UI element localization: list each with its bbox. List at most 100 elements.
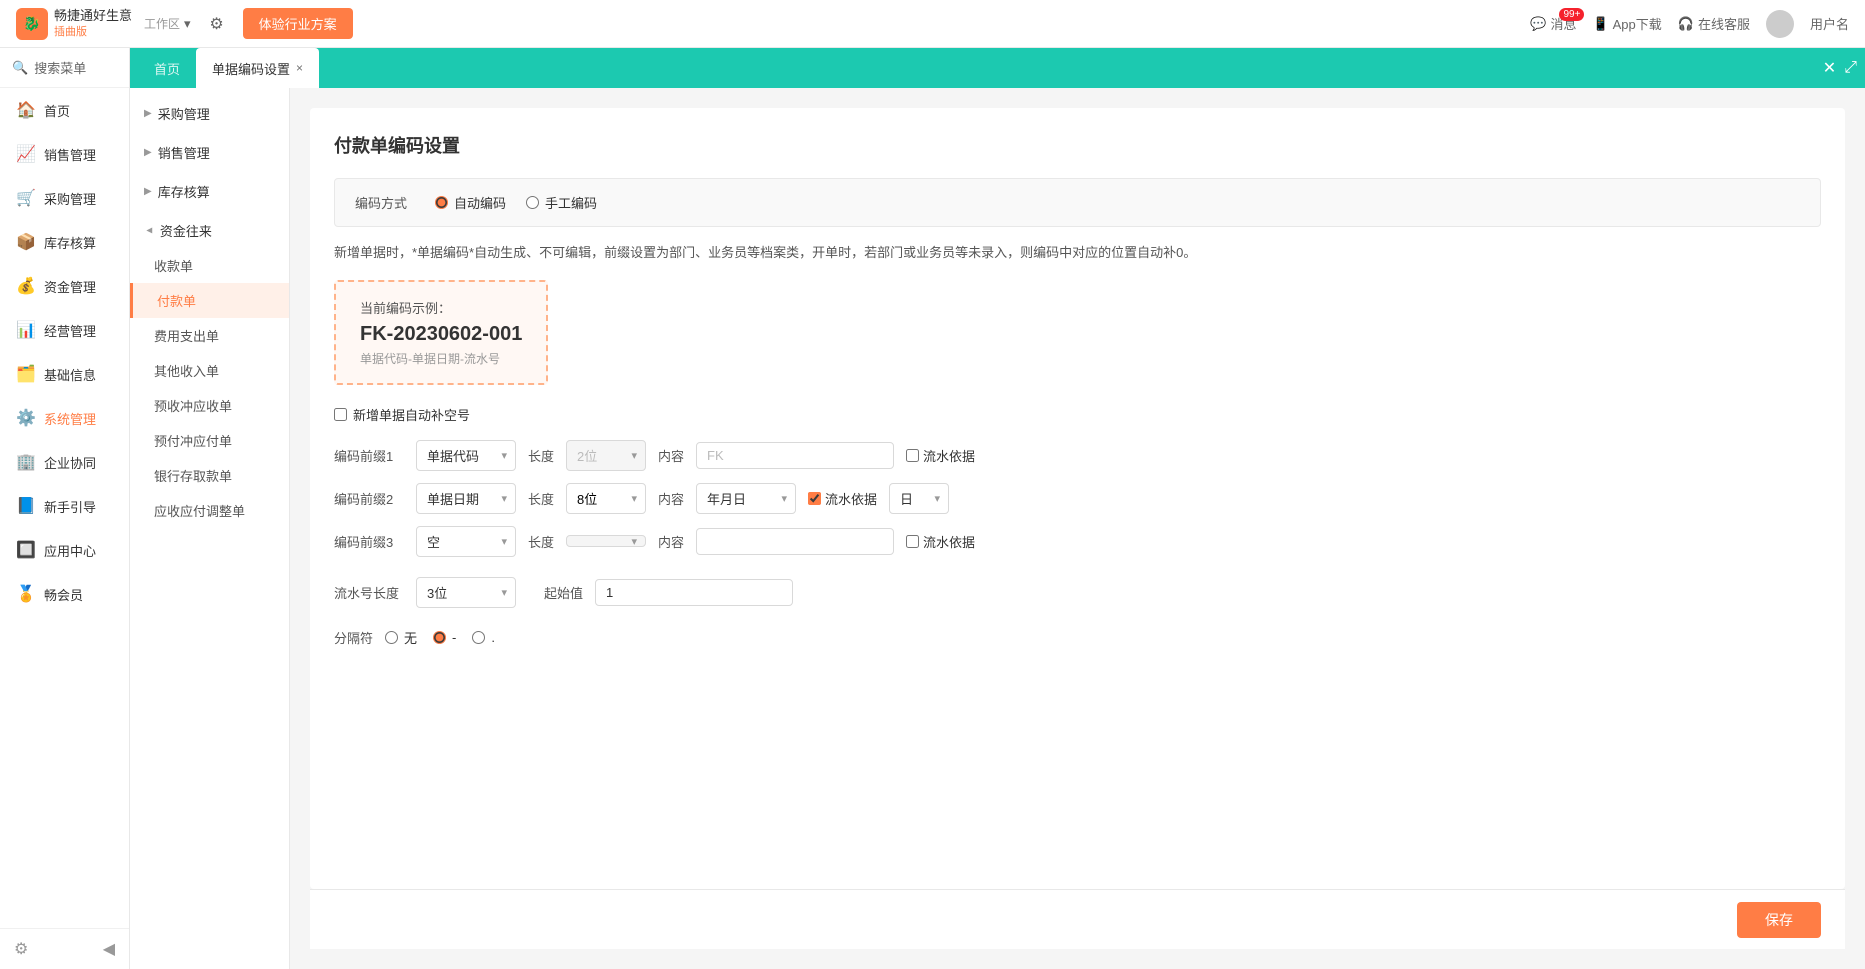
finance-icon: 💰 bbox=[16, 276, 36, 296]
sec-item-advance-payment[interactable]: 预付冲应付单 bbox=[130, 423, 289, 458]
sidebar-item-label: 基础信息 bbox=[44, 365, 96, 384]
message-button[interactable]: 💬 消息 99+ bbox=[1530, 14, 1576, 33]
auto-code-radio[interactable] bbox=[435, 196, 448, 209]
length2-select[interactable]: 8位 bbox=[566, 483, 646, 514]
sec-group-finance-title[interactable]: ▼ 资金往来 bbox=[130, 213, 289, 248]
content2-label: 内容 bbox=[658, 489, 684, 508]
content3-input[interactable] bbox=[696, 528, 894, 555]
separator-dot[interactable]: - bbox=[433, 630, 456, 645]
sidebar-item-sales[interactable]: 📈 销售管理 bbox=[0, 132, 129, 176]
serial-length-select[interactable]: 3位 bbox=[416, 577, 516, 608]
sidebar-item-label: 系统管理 bbox=[44, 409, 96, 428]
separator-none-radio[interactable] bbox=[385, 631, 398, 644]
group-label: 库存核算 bbox=[158, 182, 210, 201]
content1-input[interactable] bbox=[696, 442, 894, 469]
workspace-dropdown[interactable]: 工作区 ▾ bbox=[144, 15, 191, 32]
sidebar-item-guide[interactable]: 📘 新手引导 bbox=[0, 484, 129, 528]
sidebar-item-vip[interactable]: 🏅 畅会员 bbox=[0, 572, 129, 616]
sec-item-other-income[interactable]: 其他收入单 bbox=[130, 353, 289, 388]
sidebar-item-stock[interactable]: 📦 库存核算 bbox=[0, 220, 129, 264]
main-layout: 🔍 搜索菜单 🏠 首页 📈 销售管理 🛒 采购管理 📦 库存核算 💰 bbox=[0, 48, 1865, 969]
user-name: 用户名 bbox=[1810, 14, 1849, 33]
separator-none[interactable]: 无 bbox=[385, 628, 417, 647]
settings-icon[interactable]: ⚙ bbox=[203, 10, 231, 38]
save-button[interactable]: 保存 bbox=[1737, 902, 1821, 938]
sec-group-purchase-title[interactable]: ▶ 采购管理 bbox=[130, 96, 289, 131]
settings-bottom-icon[interactable]: ⚙ bbox=[14, 939, 28, 959]
search-menu[interactable]: 🔍 搜索菜单 bbox=[0, 48, 129, 88]
preview-box: 当前编码示例： FK-20230602-001 单据代码-单据日期-流水号 bbox=[334, 280, 548, 385]
prefix2-select[interactable]: 单据日期 bbox=[416, 483, 516, 514]
tab-home[interactable]: 首页 bbox=[138, 48, 196, 88]
auto-code-option[interactable]: 自动编码 bbox=[435, 193, 506, 212]
sec-group-purchase: ▶ 采购管理 bbox=[130, 96, 289, 131]
close-window-icon[interactable]: ✕ bbox=[1823, 58, 1836, 78]
separator-dot-radio[interactable] bbox=[433, 631, 446, 644]
sec-item-payment[interactable]: 付款单 bbox=[130, 283, 289, 318]
form-row-3: 编码前缀3 空 长度 内容 流水依据 bbox=[334, 526, 1821, 557]
form-row-1: 编码前缀1 单据代码 长度 2位 内容 流水依据 bbox=[334, 440, 1821, 471]
serial2-checkbox-row[interactable]: 流水依据 bbox=[808, 489, 877, 508]
sec-group-stock-title[interactable]: ▶ 库存核算 bbox=[130, 174, 289, 209]
sidebar-item-operation[interactable]: 📊 经营管理 bbox=[0, 308, 129, 352]
length3-select[interactable] bbox=[566, 535, 646, 547]
content2-select[interactable]: 年月日 bbox=[696, 483, 796, 514]
manual-code-radio[interactable] bbox=[526, 196, 539, 209]
sec-item-adjustment[interactable]: 应收应付调整单 bbox=[130, 493, 289, 528]
prefix1-select[interactable]: 单据代码 bbox=[416, 440, 516, 471]
online-service-button[interactable]: 🎧 在线客服 bbox=[1678, 14, 1750, 33]
prefix3-label: 编码前缀3 bbox=[334, 532, 404, 551]
sidebar-item-label: 经营管理 bbox=[44, 321, 96, 340]
collapse-icon[interactable]: ◀ bbox=[103, 939, 115, 959]
sidebar-item-finance[interactable]: 💰 资金管理 bbox=[0, 264, 129, 308]
separator-dash-radio[interactable] bbox=[472, 631, 485, 644]
serial1-checkbox-row[interactable]: 流水依据 bbox=[906, 446, 975, 465]
length1-select[interactable]: 2位 bbox=[566, 440, 646, 471]
search-icon: 🔍 bbox=[12, 60, 28, 76]
trial-button[interactable]: 体验行业方案 bbox=[243, 8, 353, 39]
sec-item-advance-receipt[interactable]: 预收冲应收单 bbox=[130, 388, 289, 423]
sec-item-bank[interactable]: 银行存取款单 bbox=[130, 458, 289, 493]
sidebar-item-system[interactable]: ⚙️ 系统管理 bbox=[0, 396, 129, 440]
basic-icon: 🗂️ bbox=[16, 364, 36, 384]
manual-code-option[interactable]: 手工编码 bbox=[526, 193, 597, 212]
bottom-bar: 保存 bbox=[310, 889, 1845, 949]
info-text: 新增单据时，*单据编码*自动生成、不可编辑，前缀设置为部门、业务员等档案类，开单… bbox=[334, 243, 1821, 264]
sidebar-item-basic[interactable]: 🗂️ 基础信息 bbox=[0, 352, 129, 396]
separator-label: 分隔符 bbox=[334, 628, 373, 647]
preview-code: FK-20230602-001 bbox=[360, 323, 522, 346]
encoding-mode-section: 编码方式 自动编码 手工编码 bbox=[334, 178, 1821, 227]
separator-options: 无 - . bbox=[385, 628, 495, 647]
prefix3-select[interactable]: 空 bbox=[416, 526, 516, 557]
separator-dash[interactable]: . bbox=[472, 630, 495, 645]
sidebar-nav: 🏠 首页 📈 销售管理 🛒 采购管理 📦 库存核算 💰 资金管理 📊 经 bbox=[0, 88, 129, 928]
app-download-button[interactable]: 📱 App下载 bbox=[1592, 14, 1661, 33]
sec-item-expense[interactable]: 费用支出单 bbox=[130, 318, 289, 353]
apps-icon: 🔲 bbox=[16, 540, 36, 560]
auto-fill-checkbox[interactable] bbox=[334, 408, 347, 421]
tab-current[interactable]: 单据编码设置 × bbox=[196, 48, 319, 88]
serial1-checkbox[interactable] bbox=[906, 449, 919, 462]
sec-group-sales-title[interactable]: ▶ 销售管理 bbox=[130, 135, 289, 170]
sec-item-receipt[interactable]: 收款单 bbox=[130, 248, 289, 283]
sidebar-item-purchase[interactable]: 🛒 采购管理 bbox=[0, 176, 129, 220]
tab-close-icon[interactable]: × bbox=[296, 61, 303, 75]
sidebar-item-label: 畅会员 bbox=[44, 585, 83, 604]
form-row-2: 编码前缀2 单据日期 长度 8位 内容 年月日 bbox=[334, 483, 1821, 514]
auto-fill-row[interactable]: 新增单据自动补空号 bbox=[334, 405, 1821, 424]
serial3-checkbox[interactable] bbox=[906, 535, 919, 548]
serial2-period-select[interactable]: 日 bbox=[889, 483, 949, 514]
enterprise-icon: 🏢 bbox=[16, 452, 36, 472]
top-bar-left: 🐉 畅捷通好生意 插曲版 工作区 ▾ ⚙ 体验行业方案 bbox=[16, 8, 353, 40]
sidebar-item-enterprise[interactable]: 🏢 企业协同 bbox=[0, 440, 129, 484]
preview-desc: 单据代码-单据日期-流水号 bbox=[360, 350, 522, 367]
start-value-input[interactable] bbox=[595, 579, 793, 606]
serial2-checkbox[interactable] bbox=[808, 492, 821, 505]
sidebar-item-apps[interactable]: 🔲 应用中心 bbox=[0, 528, 129, 572]
system-icon: ⚙️ bbox=[16, 408, 36, 428]
maximize-icon[interactable]: ⤢ bbox=[1844, 59, 1857, 77]
serial3-checkbox-row[interactable]: 流水依据 bbox=[906, 532, 975, 551]
sidebar-item-home[interactable]: 🏠 首页 bbox=[0, 88, 129, 132]
tab-current-label: 单据编码设置 bbox=[212, 59, 290, 78]
avatar bbox=[1766, 10, 1794, 38]
